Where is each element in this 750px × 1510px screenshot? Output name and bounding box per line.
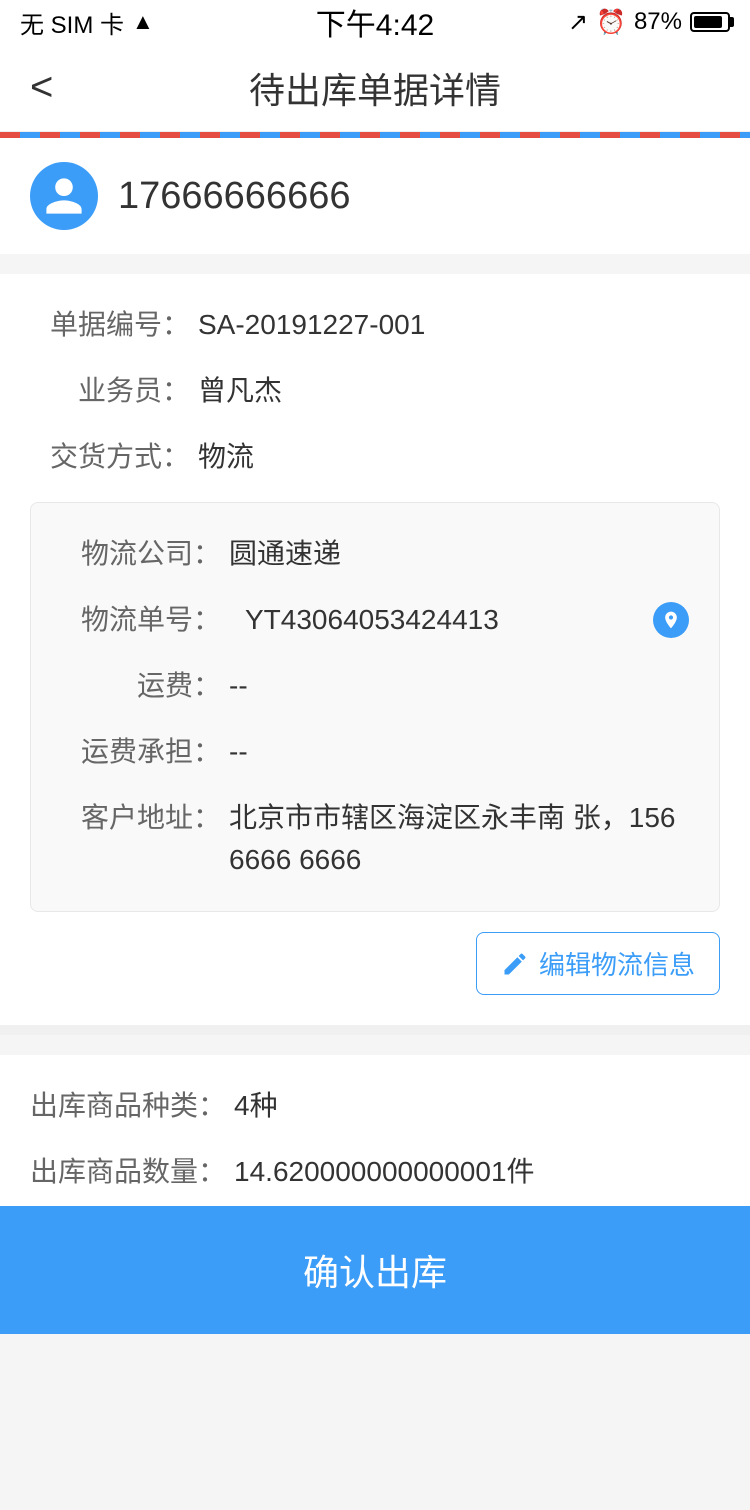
bottom-spacer (0, 1310, 750, 1510)
edit-logistics-button[interactable]: 编辑物流信息 (476, 932, 720, 995)
address-label: 客户地址： (61, 797, 221, 839)
freight-row: 运费： -- (61, 665, 689, 707)
sales-person-value: 曾凡杰 (198, 370, 720, 412)
freight-value: -- (229, 665, 689, 707)
confirm-outbound-button[interactable]: 确认出库 (30, 1226, 720, 1314)
logistics-company-label: 物流公司： (61, 533, 221, 575)
delivery-method-row: 交货方式： 物流 (30, 436, 720, 478)
freight-bearer-value: -- (229, 731, 689, 773)
tracking-label: 物流单号： (61, 599, 221, 641)
sales-person-label: 业务员： (30, 370, 190, 412)
address-value: 北京市市辖区海淀区永丰南 张，156 6666 6666 (229, 797, 689, 881)
tracking-value: YT43064053424413 (245, 599, 637, 641)
freight-bearer-row: 运费承担： -- (61, 731, 689, 773)
goods-type-label: 出库商品种类： (30, 1085, 226, 1127)
status-bar-left: 无 SIM 卡 ▲ (20, 5, 154, 40)
freight-bearer-label: 运费承担： (61, 731, 221, 773)
battery-fill (694, 16, 722, 28)
edit-logistics-action: 编辑物流信息 (30, 932, 720, 995)
goods-quantity-label: 出库商品数量： (30, 1151, 226, 1193)
battery-bar (690, 12, 730, 32)
nav-title: 待出库单据详情 (249, 62, 501, 114)
goods-quantity-row: 出库商品数量： 14.620000000000001件 (30, 1151, 720, 1193)
user-phone: 17666666666 (118, 175, 350, 218)
map-pin-icon (661, 610, 681, 630)
status-bar: 无 SIM 卡 ▲ 下午4:42 ↗ ⏰ 87% (0, 0, 750, 44)
logistics-section: 物流公司： 圆通速递 物流单号： YT43064053424413 运费： --… (30, 502, 720, 912)
logistics-company-value: 圆通速递 (229, 533, 689, 575)
freight-label: 运费： (61, 665, 221, 707)
confirm-btn-container: 确认出库 (0, 1206, 750, 1334)
nav-bar: < 待出库单据详情 (0, 44, 750, 132)
alarm-icon: ⏰ (596, 8, 626, 37)
section-separator (0, 1025, 750, 1035)
goods-type-row: 出库商品种类： 4种 (30, 1085, 720, 1127)
document-number-row: 单据编号： SA-20191227-001 (30, 304, 720, 346)
user-header: 17666666666 (0, 138, 750, 254)
goods-quantity-value: 14.620000000000001件 (234, 1151, 720, 1193)
delivery-method-label: 交货方式： (30, 436, 190, 478)
tracking-location-icon[interactable] (653, 602, 689, 638)
user-avatar (30, 162, 98, 230)
basic-info-section: 单据编号： SA-20191227-001 业务员： 曾凡杰 交货方式： 物流 … (0, 274, 750, 1025)
wifi-icon: ▲ (132, 9, 154, 35)
status-bar-right: ↗ ⏰ 87% (568, 8, 730, 37)
location-icon: ↗ (568, 8, 588, 37)
tracking-row: 物流单号： YT43064053424413 (61, 599, 689, 641)
address-row: 客户地址： 北京市市辖区海淀区永丰南 张，156 6666 6666 (61, 797, 689, 881)
document-number-value: SA-20191227-001 (198, 304, 720, 346)
edit-icon (501, 950, 529, 978)
document-number-label: 单据编号： (30, 304, 190, 346)
carrier-text: 无 SIM 卡 (20, 5, 124, 40)
delivery-method-value: 物流 (198, 436, 720, 478)
edit-logistics-label: 编辑物流信息 (539, 945, 695, 982)
status-bar-time: 下午4:42 (316, 0, 434, 44)
avatar-icon (42, 174, 86, 218)
confirm-btn-label: 确认出库 (303, 1244, 447, 1296)
battery-percent: 87% (634, 8, 682, 36)
logistics-company-row: 物流公司： 圆通速递 (61, 533, 689, 575)
back-button[interactable]: < (20, 55, 63, 120)
sales-person-row: 业务员： 曾凡杰 (30, 370, 720, 412)
goods-type-value: 4种 (234, 1085, 720, 1127)
